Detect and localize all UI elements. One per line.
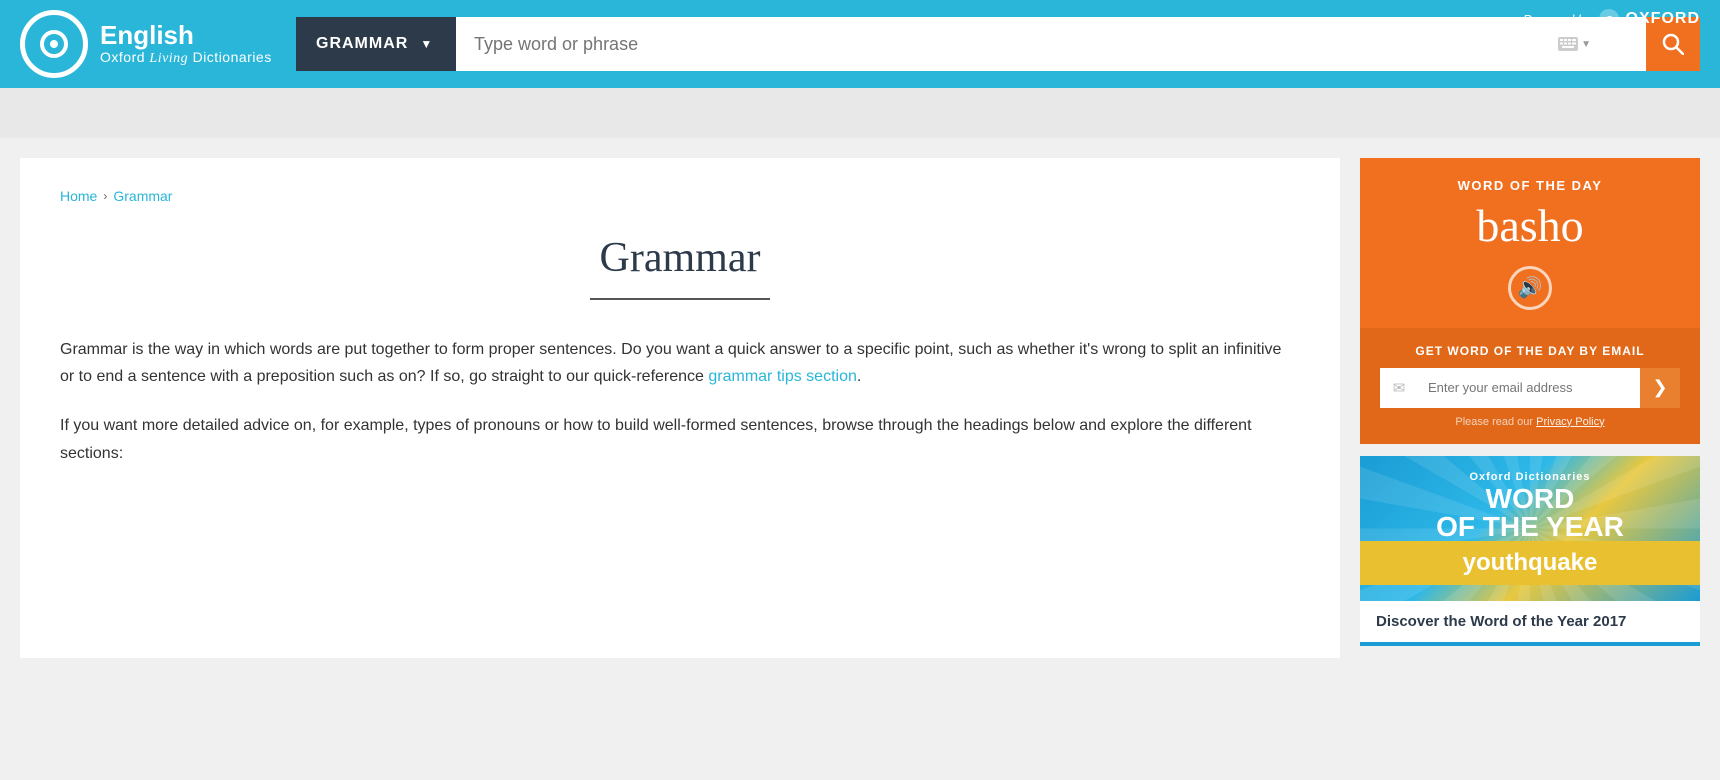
email-icon: ✉	[1393, 379, 1406, 397]
keyboard-icon[interactable]: ▼	[1558, 37, 1591, 51]
grammar-tips-link[interactable]: grammar tips section	[708, 368, 857, 385]
logo-text: English Oxford Living Dictionaries	[100, 21, 272, 68]
header-top-bar: English Oxford Living Dictionaries GRAMM…	[0, 0, 1720, 88]
woty-ribbon: youthquake	[1360, 541, 1700, 585]
search-input-wrapper: ▼	[456, 17, 1646, 71]
content-area: Home › Grammar Grammar Grammar is the wa…	[20, 158, 1340, 658]
logo-circle-icon	[20, 10, 88, 78]
woty-title-line1: WORD	[1486, 485, 1575, 513]
chevron-down-icon: ▼	[420, 37, 433, 51]
logo-circle-inner	[40, 30, 68, 58]
submit-arrow-icon: ❯	[1652, 377, 1667, 398]
search-icon	[1662, 33, 1684, 55]
sub-header-bar	[0, 88, 1720, 138]
keyboard-svg	[1558, 37, 1578, 51]
category-label: GRAMMAR	[316, 35, 408, 53]
main-container: Home › Grammar Grammar Grammar is the wa…	[0, 138, 1720, 678]
wotd-word[interactable]: basho	[1380, 201, 1680, 252]
body-text-1: Grammar is the way in which words are pu…	[60, 341, 1281, 385]
wotd-speaker-button[interactable]: 🔊	[1508, 266, 1552, 310]
logo-living: Living	[149, 51, 188, 66]
keyboard-chevron-icon: ▼	[1581, 39, 1591, 50]
privacy-policy-link[interactable]: Privacy Policy	[1536, 416, 1604, 428]
email-input-row: ✉ ❯	[1380, 368, 1680, 408]
site-header: Powered by O OXFORD English Oxford Livin…	[0, 0, 1720, 88]
body-paragraph-2: If you want more detailed advice on, for…	[60, 412, 1300, 466]
body-paragraph-1: Grammar is the way in which words are pu…	[60, 336, 1300, 390]
email-submit-button[interactable]: ❯	[1640, 368, 1680, 408]
page-title: Grammar	[60, 234, 1300, 282]
logo-oxford: Oxford	[100, 49, 149, 65]
privacy-note: Please read our Privacy Policy	[1380, 416, 1680, 428]
email-icon-wrapper: ✉	[1380, 368, 1418, 408]
wotd-label: WORD OF THE DAY	[1380, 178, 1680, 193]
woty-discover-text[interactable]: Discover the Word of the Year 2017	[1360, 601, 1700, 642]
woty-word: youthquake	[1463, 549, 1598, 576]
speaker-icon: 🔊	[1518, 275, 1543, 300]
woty-background: Oxford Dictionaries WORD OF THE YEAR you…	[1360, 456, 1700, 601]
wotd-email-section: GET WORD OF THE DAY BY EMAIL ✉ ❯ Please …	[1360, 328, 1700, 444]
body-text-1-end: .	[857, 368, 861, 385]
logo-area[interactable]: English Oxford Living Dictionaries	[20, 10, 280, 78]
breadcrumb-current: Grammar	[113, 188, 172, 204]
privacy-text: Please read our	[1455, 416, 1536, 428]
woty-inner: Oxford Dictionaries WORD OF THE YEAR you…	[1360, 456, 1700, 646]
woty-title-line2: OF THE YEAR	[1436, 513, 1624, 541]
email-input[interactable]	[1418, 368, 1640, 408]
title-underline	[590, 298, 770, 300]
logo-english: English	[100, 21, 272, 50]
category-dropdown[interactable]: GRAMMAR ▼	[296, 17, 456, 71]
word-of-year-banner[interactable]: Oxford Dictionaries WORD OF THE YEAR you…	[1360, 456, 1700, 646]
sidebar: WORD OF THE DAY basho 🔊 GET WORD OF THE …	[1360, 158, 1700, 658]
breadcrumb-home[interactable]: Home	[60, 188, 97, 204]
breadcrumb: Home › Grammar	[60, 188, 1300, 204]
breadcrumb-separator: ›	[103, 189, 107, 203]
word-of-day-section: WORD OF THE DAY basho 🔊	[1360, 158, 1700, 328]
logo-dictionaries: Dictionaries	[188, 49, 272, 65]
logo-subtitle: Oxford Living Dictionaries	[100, 49, 272, 67]
search-section: GRAMMAR ▼	[296, 17, 1700, 71]
search-input[interactable]	[456, 17, 1646, 71]
woty-oxford-label: Oxford Dictionaries	[1469, 471, 1590, 483]
email-section-label: GET WORD OF THE DAY BY EMAIL	[1380, 344, 1680, 358]
